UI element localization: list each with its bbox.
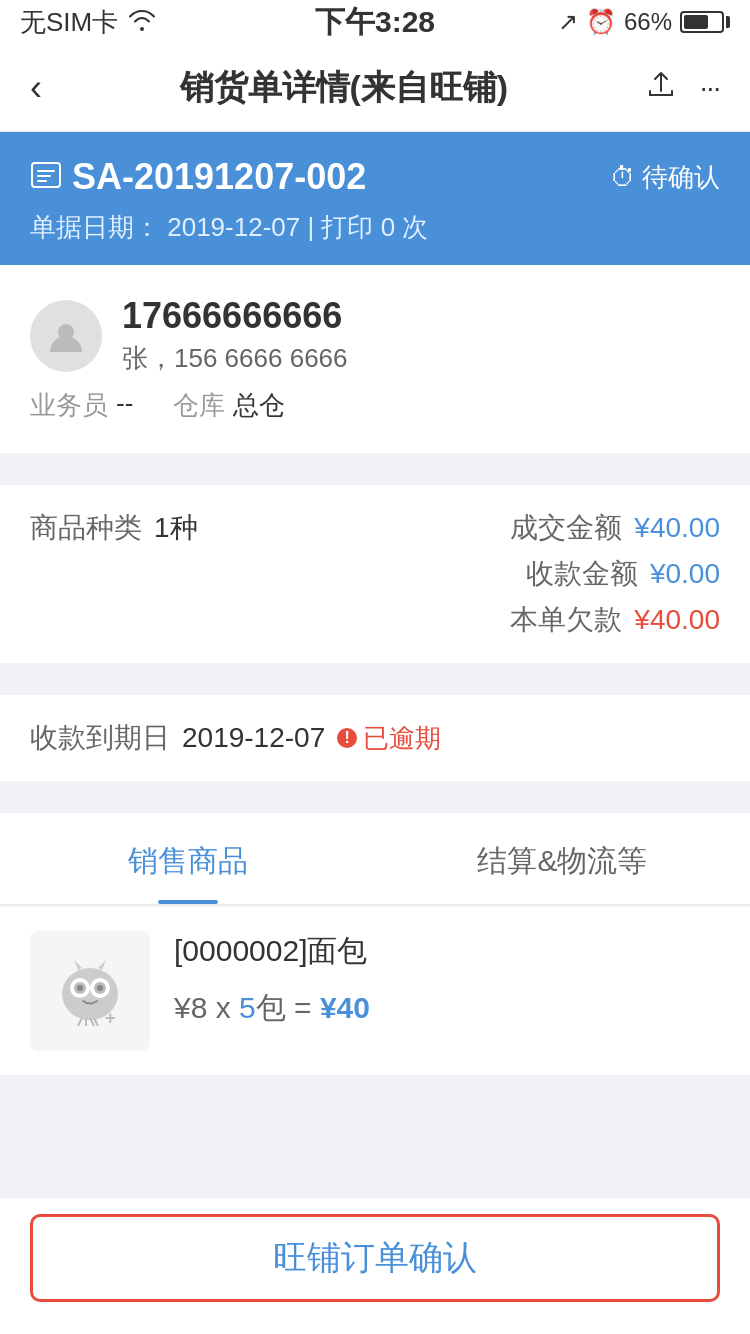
order-date: 2019-12-07 [167,212,300,242]
product-price-line: ¥8 x 5包 = ¥40 [174,988,720,1029]
divider-1 [0,469,750,485]
due-label: 收款到期日 [30,719,170,757]
tab-products-label: 销售商品 [128,844,248,877]
customer-section: 17666666666 张，156 6666 6666 业务员 -- 仓库 总仓 [0,265,750,453]
alarm-icon: ⏰ [586,8,616,36]
more-icon[interactable]: ··· [700,72,720,104]
owed-label: 本单欠款 [510,601,622,639]
customer-name: 张，156 6666 6666 [122,341,348,376]
wifi-icon [128,7,156,38]
avatar [30,300,102,372]
status-bar-time: 下午3:28 [315,2,435,43]
status-bar-left: 无SIM卡 [20,5,156,40]
summary-section: 商品种类 1种 成交金额 ¥40.00 收款金额 ¥0.00 本单欠款 ¥40.… [0,485,750,663]
product-type-label: 商品种类 [30,509,142,547]
product-type-row: 商品种类 1种 [30,509,198,547]
product-item: + [0000002]面包 ¥8 x 5包 = ¥40 [30,931,720,1051]
svg-text:+: + [105,1008,116,1026]
status-text: 待确认 [642,160,720,195]
order-header-top: SA-20191207-002 ⏱ 待确认 [30,156,720,198]
product-info: [0000002]面包 ¥8 x 5包 = ¥40 [174,931,720,1029]
status-bar-right: ↗ ⏰ 66% [558,8,730,36]
product-unit: 包 [256,991,286,1024]
print-count: 打印 0 次 [321,212,428,242]
confirm-button-label: 旺铺订单确认 [273,1235,477,1281]
amount-row: 成交金额 ¥40.00 [510,509,720,547]
product-qty: 5 [239,991,256,1024]
amount-label: 成交金额 [510,509,622,547]
date-label: 单据日期： [30,212,160,242]
tab-settlement-label: 结算&物流等 [477,844,647,877]
status-bar: 无SIM卡 下午3:28 ↗ ⏰ 66% [0,0,750,44]
product-name: [0000002]面包 [174,931,720,972]
order-id-text: SA-20191207-002 [72,156,366,198]
nav-bar: ‹ 销货单详情(来自旺铺) ··· [0,44,750,132]
due-section: 收款到期日 2019-12-07 ! 已逾期 [0,695,750,781]
battery-text: 66% [624,8,672,36]
warehouse-label: 仓库 [173,388,225,423]
summary-left: 商品种类 1种 [30,509,198,547]
confirm-button[interactable]: 旺铺订单确认 [30,1214,720,1302]
summary-right: 成交金额 ¥40.00 收款金额 ¥0.00 本单欠款 ¥40.00 [510,509,720,639]
due-date-value: 2019-12-07 [182,722,325,754]
product-thumbnail: + [30,931,150,1051]
order-header: SA-20191207-002 ⏱ 待确认 单据日期： 2019-12-07 |… [0,132,750,265]
order-status: ⏱ 待确认 [610,160,720,195]
tabs-row: 销售商品 结算&物流等 [0,813,750,905]
customer-info: 17666666666 张，156 6666 6666 [122,295,348,376]
clock-icon: ⏱ [610,162,636,193]
nav-actions: ··· [646,69,720,107]
divider-2 [0,679,750,695]
tabs-section: 销售商品 结算&物流等 [0,813,750,905]
overdue-dot-icon: ! [337,728,357,748]
product-type-value: 1种 [154,509,198,547]
svg-point-7 [77,985,83,991]
customer-row: 17666666666 张，156 6666 6666 [30,295,720,376]
svg-point-8 [97,985,103,991]
sales-label: 业务员 [30,388,108,423]
received-row: 收款金额 ¥0.00 [526,555,720,593]
product-section: + [0000002]面包 ¥8 x 5包 = ¥40 [0,907,750,1075]
overdue-badge: ! 已逾期 [337,721,441,756]
divider-3 [0,797,750,813]
tab-products[interactable]: 销售商品 [0,813,375,904]
amount-value: ¥40.00 [634,512,720,544]
location-icon: ↗ [558,8,578,36]
warehouse-value: 总仓 [233,388,285,423]
customer-phone: 17666666666 [122,295,348,337]
product-price: ¥8 x [174,991,239,1024]
page-title: 销货单详情(来自旺铺) [180,65,509,111]
tab-settlement[interactable]: 结算&物流等 [375,813,750,904]
order-icon [30,156,62,198]
bottom-bar: 旺铺订单确认 [0,1198,750,1334]
owed-value: ¥40.00 [634,604,720,636]
product-total: ¥40 [320,991,370,1024]
battery-icon [680,11,730,33]
product-equals: = [286,991,320,1024]
carrier-text: 无SIM卡 [20,5,118,40]
overdue-text: 已逾期 [363,721,441,756]
meta-row: 业务员 -- 仓库 总仓 [30,388,720,423]
owed-row: 本单欠款 ¥40.00 [510,601,720,639]
back-button[interactable]: ‹ [30,67,42,109]
share-icon[interactable] [646,69,676,107]
received-value: ¥0.00 [650,558,720,590]
tab-underline [158,900,218,904]
order-id: SA-20191207-002 [30,156,366,198]
sales-value: -- [116,388,133,423]
warehouse-meta: 仓库 总仓 [173,388,285,423]
sales-meta: 业务员 -- [30,388,133,423]
received-label: 收款金额 [526,555,638,593]
order-date-line: 单据日期： 2019-12-07 | 打印 0 次 [30,210,720,245]
